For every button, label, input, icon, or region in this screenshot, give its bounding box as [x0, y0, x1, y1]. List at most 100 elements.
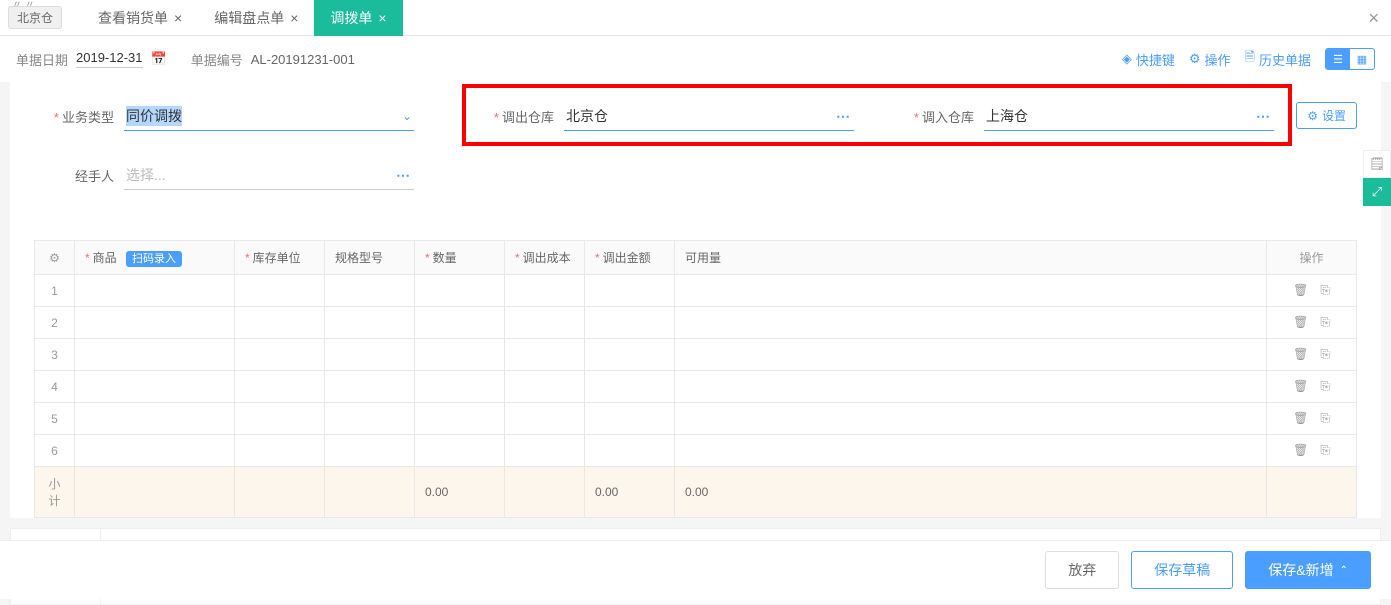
- cell-product[interactable]: [75, 275, 235, 307]
- in-warehouse-select[interactable]: 上海仓 ⋯: [984, 102, 1274, 131]
- view-grid-icon[interactable]: ▦: [1350, 49, 1374, 69]
- save-new-button[interactable]: 保存&新增 ⌃: [1245, 551, 1371, 589]
- cell-unit[interactable]: [235, 339, 325, 371]
- close-icon[interactable]: ×: [290, 10, 298, 26]
- table-row[interactable]: 5🗑⎘: [35, 403, 1357, 435]
- cell-unit[interactable]: [235, 403, 325, 435]
- discard-button[interactable]: 放弃: [1045, 551, 1119, 589]
- page-close-icon[interactable]: ×: [1368, 8, 1379, 29]
- delete-icon[interactable]: 🗑: [1293, 315, 1308, 330]
- cell-available[interactable]: [675, 403, 1267, 435]
- cell-cost[interactable]: [505, 403, 585, 435]
- table-row[interactable]: 2 🗑 ⎘: [35, 307, 1357, 339]
- date-value[interactable]: 2019-12-31: [76, 50, 143, 68]
- save-draft-button[interactable]: 保存草稿: [1131, 551, 1233, 589]
- cell-qty[interactable]: [415, 403, 505, 435]
- calendar-icon[interactable]: 📅: [151, 51, 167, 67]
- copy-icon[interactable]: ⎘: [1320, 347, 1330, 362]
- cell-product[interactable]: [75, 403, 235, 435]
- delete-icon[interactable]: 🗑: [1293, 379, 1308, 394]
- cell-cost[interactable]: [505, 307, 585, 339]
- gear-column-icon[interactable]: ⚙: [35, 241, 75, 275]
- doc-label: 单据编号: [191, 50, 243, 69]
- shortcut-link[interactable]: ◈ 快捷键: [1122, 50, 1175, 69]
- delete-icon[interactable]: 🗑: [1293, 283, 1308, 298]
- close-icon[interactable]: ×: [378, 10, 386, 26]
- cell-spec[interactable]: [325, 275, 415, 307]
- cell-available[interactable]: [675, 435, 1267, 467]
- table-row[interactable]: 4🗑⎘: [35, 371, 1357, 403]
- col-cost: *调出成本: [505, 241, 585, 275]
- cell-amount[interactable]: [585, 435, 675, 467]
- cell-spec[interactable]: [325, 307, 415, 339]
- cell-cost[interactable]: [505, 339, 585, 371]
- cell-unit[interactable]: [235, 435, 325, 467]
- header-actions: ◈ 快捷键 ⚙ 操作 🗎 历史单据 ☰ ▦: [1122, 48, 1375, 70]
- biz-type-select[interactable]: 同价调拨 ⌄: [124, 102, 414, 131]
- cell-amount[interactable]: [585, 275, 675, 307]
- col-product: *商品 扫码录入: [75, 241, 235, 275]
- handler-select[interactable]: 选择... ⋯: [124, 161, 414, 190]
- header-row: 单据日期 2019-12-31 📅 单据编号 AL-20191231-001 ◈…: [0, 36, 1391, 82]
- cell-spec[interactable]: [325, 339, 415, 371]
- close-icon[interactable]: ×: [174, 10, 182, 26]
- table-container: ⚙ *商品 扫码录入 *库存单位 规格型号 *数量 *调出成本 *调出金额 可用…: [10, 230, 1381, 518]
- cell-unit[interactable]: [235, 275, 325, 307]
- cell-product[interactable]: [75, 307, 235, 339]
- table-row[interactable]: 3🗑⎘: [35, 339, 1357, 371]
- cell-spec[interactable]: [325, 435, 415, 467]
- view-list-icon[interactable]: ☰: [1326, 49, 1350, 69]
- cell-spec[interactable]: [325, 403, 415, 435]
- cell-cost[interactable]: [505, 275, 585, 307]
- cell-product[interactable]: [75, 435, 235, 467]
- cell-unit[interactable]: [235, 371, 325, 403]
- cell-product[interactable]: [75, 371, 235, 403]
- cell-available[interactable]: [675, 339, 1267, 371]
- cell-amount[interactable]: [585, 403, 675, 435]
- shortcut-label: 快捷键: [1136, 50, 1175, 69]
- cell-amount[interactable]: [585, 307, 675, 339]
- col-spec: 规格型号: [325, 241, 415, 275]
- cell-qty[interactable]: [415, 435, 505, 467]
- cell-qty[interactable]: [415, 371, 505, 403]
- delete-icon[interactable]: 🗑: [1293, 347, 1308, 362]
- tab-view-sales[interactable]: 查看销货单 ×: [82, 0, 198, 36]
- copy-icon[interactable]: ⎘: [1320, 379, 1330, 394]
- cell-available[interactable]: [675, 307, 1267, 339]
- cell-qty[interactable]: [415, 339, 505, 371]
- settings-button[interactable]: ⚙ 设置: [1296, 102, 1357, 129]
- copy-icon[interactable]: ⎘: [1320, 411, 1330, 426]
- cell-amount[interactable]: [585, 371, 675, 403]
- in-warehouse-label: *调入仓库: [894, 107, 974, 126]
- expand-tool-icon[interactable]: ⤢: [1363, 178, 1391, 206]
- delete-icon[interactable]: 🗑: [1293, 443, 1308, 458]
- out-warehouse-select[interactable]: 北京仓 ⋯: [564, 102, 854, 131]
- copy-icon[interactable]: ⎘: [1320, 315, 1330, 330]
- dots-icon: ⋯: [396, 167, 412, 184]
- cell-qty[interactable]: [415, 307, 505, 339]
- copy-icon[interactable]: ⎘: [1320, 283, 1330, 298]
- copy-icon[interactable]: ⎘: [1320, 443, 1330, 458]
- table-row[interactable]: 6🗑⎘: [35, 435, 1357, 467]
- dots-icon: ⋯: [1256, 108, 1272, 125]
- row-num: 1: [35, 275, 75, 307]
- cell-available[interactable]: [675, 371, 1267, 403]
- tab-edit-inventory[interactable]: 编辑盘点单 ×: [198, 0, 314, 36]
- operate-link[interactable]: ⚙ 操作: [1189, 50, 1231, 69]
- cell-cost[interactable]: [505, 371, 585, 403]
- delete-icon[interactable]: 🗑: [1293, 411, 1308, 426]
- cell-product[interactable]: [75, 339, 235, 371]
- history-link[interactable]: 🗎 历史单据: [1245, 48, 1311, 70]
- cell-qty[interactable]: [415, 275, 505, 307]
- form-container: *业务类型 同价调拨 ⌄ *调出仓库 北京仓 ⋯ *调入仓库 上海仓 ⋯ 经手人: [10, 82, 1381, 230]
- cell-amount[interactable]: [585, 339, 675, 371]
- cell-unit[interactable]: [235, 307, 325, 339]
- tab-transfer[interactable]: 调拨单 ×: [314, 0, 402, 36]
- table-row[interactable]: 1 🗑 ⎘: [35, 275, 1357, 307]
- cell-cost[interactable]: [505, 435, 585, 467]
- note-tool-icon[interactable]: 🗒: [1363, 150, 1391, 178]
- cell-available[interactable]: [675, 275, 1267, 307]
- row-num: 2: [35, 307, 75, 339]
- scan-badge[interactable]: 扫码录入: [126, 251, 182, 267]
- cell-spec[interactable]: [325, 371, 415, 403]
